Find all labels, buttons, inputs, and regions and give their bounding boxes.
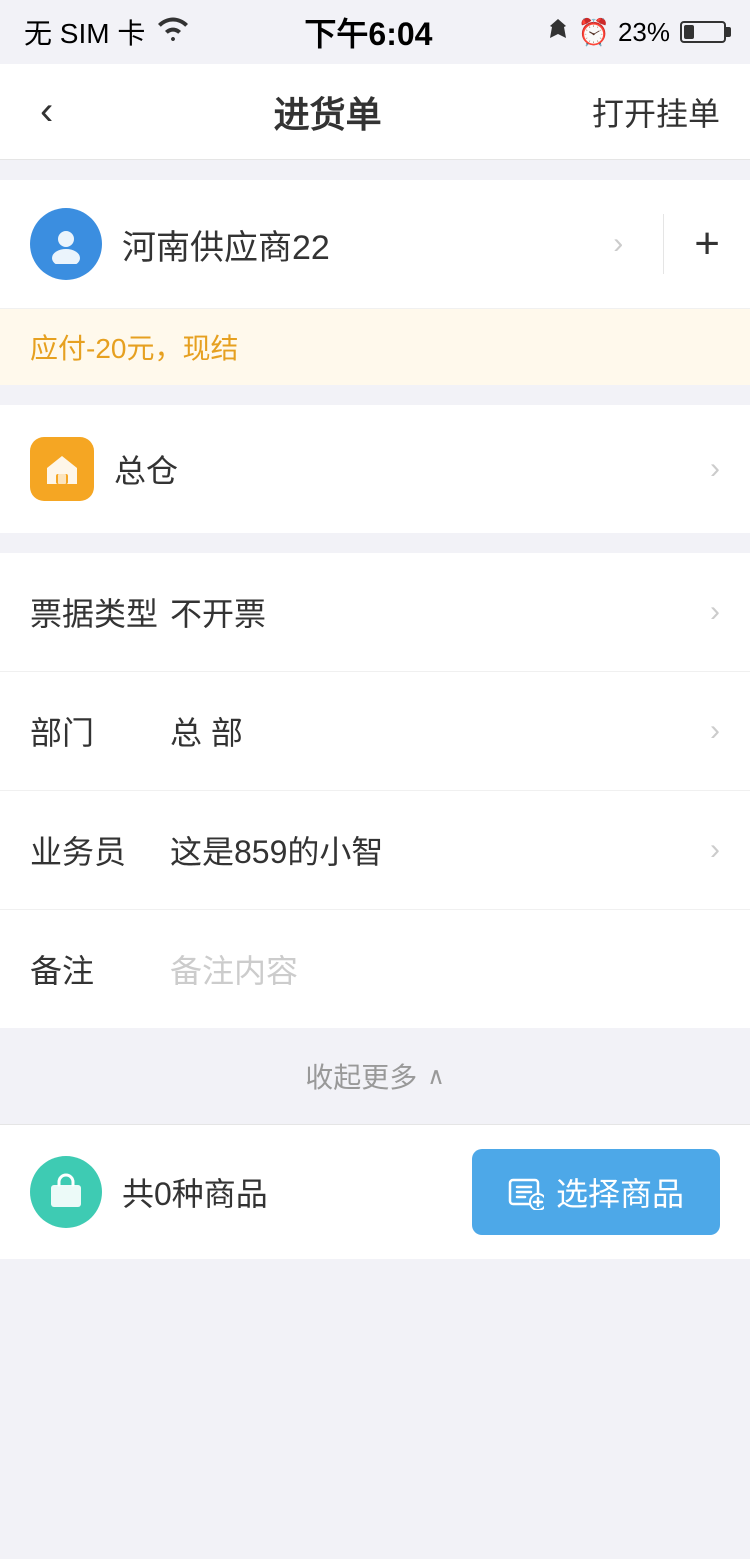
warehouse-section: 总仓 ›	[0, 405, 750, 533]
department-row[interactable]: 部门 总 部 ›	[0, 672, 750, 791]
remark-label: 备注	[30, 946, 170, 992]
warehouse-row[interactable]: 总仓 ›	[0, 405, 750, 533]
info-banner-text: 应付-20元，现结	[30, 333, 238, 364]
alarm-icon: ⏰	[578, 17, 610, 48]
remaining-background	[0, 1259, 750, 1559]
supplier-avatar	[30, 208, 102, 280]
supplier-name: 河南供应商22	[122, 220, 613, 269]
warehouse-icon-container	[30, 437, 94, 501]
open-pending-button[interactable]: 打开挂单	[592, 89, 720, 135]
bottom-bar: 共0种商品 选择商品	[0, 1124, 750, 1259]
select-product-label: 选择商品	[556, 1169, 684, 1215]
invoice-type-value: 不开票	[170, 589, 710, 635]
collapse-arrow-icon: ∧	[427, 1062, 445, 1091]
remark-row[interactable]: 备注 备注内容	[0, 910, 750, 1028]
department-chevron-icon: ›	[710, 714, 720, 748]
section-gap-1	[0, 160, 750, 180]
status-left: 无 SIM 卡	[24, 12, 191, 52]
invoice-type-row[interactable]: 票据类型 不开票 ›	[0, 553, 750, 672]
collapse-toggle[interactable]: 收起更多 ∧	[0, 1028, 750, 1124]
product-count-text: 共0种商品	[122, 1169, 472, 1215]
select-product-button[interactable]: 选择商品	[472, 1149, 720, 1235]
battery-icon	[680, 21, 726, 43]
nav-bar: ‹ 进货单 打开挂单	[0, 64, 750, 160]
salesperson-label: 业务员	[30, 827, 170, 873]
battery-text: 23%	[618, 17, 670, 48]
department-value: 总 部	[170, 708, 710, 754]
section-gap-2	[0, 385, 750, 405]
salesperson-chevron-icon: ›	[710, 833, 720, 867]
supplier-section: 河南供应商22 › + 应付-20元，现结	[0, 180, 750, 385]
salesperson-value: 这是859的小智	[170, 827, 710, 873]
add-supplier-button[interactable]: +	[694, 222, 720, 266]
divider-vertical	[663, 214, 664, 274]
info-banner: 应付-20元，现结	[0, 309, 750, 385]
supplier-chevron-icon: ›	[613, 227, 623, 261]
section-gap-3	[0, 533, 750, 553]
location-icon	[546, 17, 570, 48]
carrier-text: 无 SIM 卡	[24, 12, 145, 52]
status-bar: 无 SIM 卡 下午6:04 ⏰ 23%	[0, 0, 750, 64]
wifi-icon	[155, 15, 191, 50]
status-time: 下午6:04	[304, 9, 432, 55]
page-title: 进货单	[274, 86, 382, 138]
warehouse-label: 总仓	[114, 446, 710, 492]
warehouse-chevron-icon: ›	[710, 452, 720, 486]
form-section: 票据类型 不开票 › 部门 总 部 › 业务员 这是859的小智 › 备注 备注…	[0, 553, 750, 1028]
supplier-row[interactable]: 河南供应商22 › +	[0, 180, 750, 309]
invoice-type-chevron-icon: ›	[710, 595, 720, 629]
collapse-text: 收起更多	[305, 1056, 417, 1096]
status-right: ⏰ 23%	[546, 17, 726, 48]
product-count-icon	[30, 1156, 102, 1228]
department-label: 部门	[30, 708, 170, 754]
salesperson-row[interactable]: 业务员 这是859的小智 ›	[0, 791, 750, 910]
invoice-type-label: 票据类型	[30, 589, 170, 635]
remark-input[interactable]: 备注内容	[170, 946, 720, 992]
back-button[interactable]: ‹	[30, 79, 63, 144]
